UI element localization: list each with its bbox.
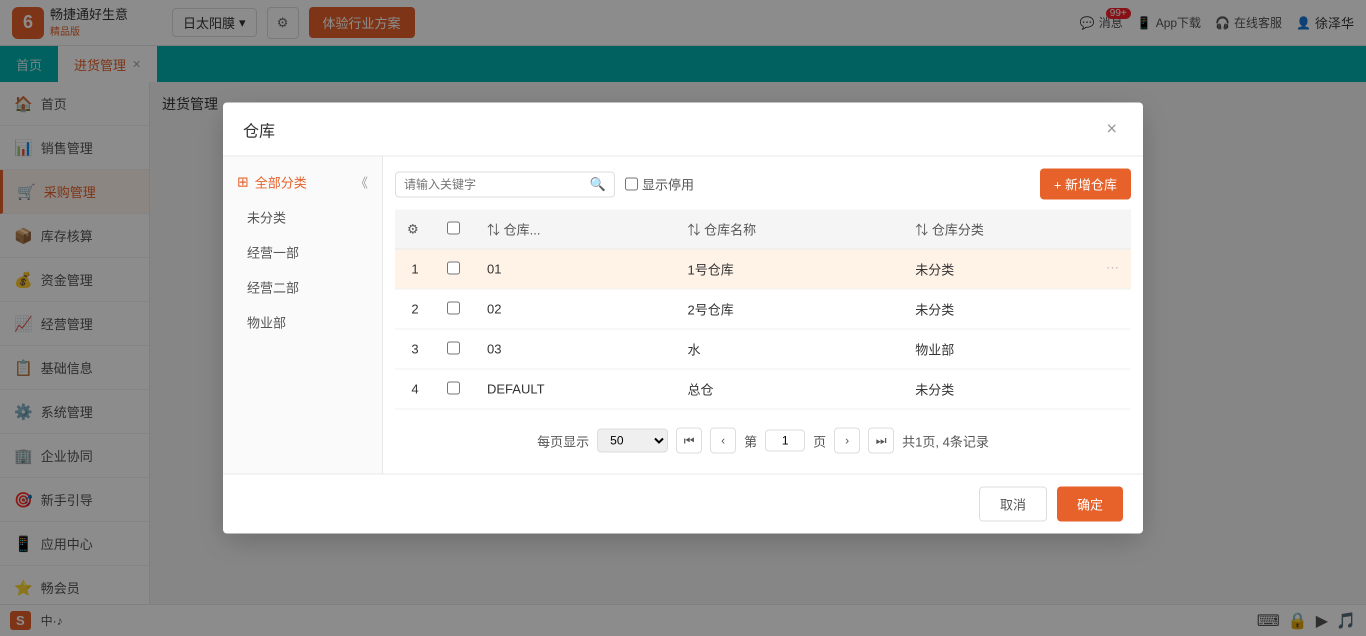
last-page-button[interactable]: ⏭ <box>868 428 894 454</box>
table-header: ⚙ ⇅ 仓库... ⇅ 仓库名称 ⇅ 仓库分类 <box>395 210 1131 250</box>
modal-title: 仓库 <box>243 117 275 141</box>
show-disabled-toggle[interactable]: 显示停用 <box>625 175 694 194</box>
page-number-input[interactable] <box>765 430 805 452</box>
collapse-icon[interactable]: 《 <box>355 173 368 192</box>
row-actions-icon[interactable]: ··· <box>1106 260 1119 275</box>
modal-footer: 取消 确定 <box>223 474 1143 534</box>
per-page-label: 每页显示 <box>537 431 589 450</box>
category-item-unclassified[interactable]: 未分类 <box>223 200 382 235</box>
first-page-button[interactable]: ⏮ <box>676 428 702 454</box>
category-item-property[interactable]: 物业部 <box>223 305 382 340</box>
table-container: ⚙ ⇅ 仓库... ⇅ 仓库名称 ⇅ 仓库分类 <box>395 210 1131 410</box>
col-header-settings: ⚙ <box>395 210 435 250</box>
modal-close-button[interactable]: × <box>1100 117 1123 142</box>
row-check-3[interactable] <box>435 329 475 369</box>
row-name-1: 1号仓库 <box>676 249 904 289</box>
modal-header: 仓库 × <box>223 103 1143 157</box>
row-code-1: 01 <box>475 249 676 289</box>
row-name-4: 总仓 <box>676 369 904 409</box>
page-label: 第 <box>744 431 757 450</box>
warehouse-modal: 仓库 × ⊞ 全部分类 《 未分类 经营一部 经营二部 物业部 🔍 <box>223 103 1143 534</box>
row-name-3: 水 <box>676 329 904 369</box>
row-code-3: 03 <box>475 329 676 369</box>
col-header-name: ⇅ 仓库名称 <box>676 210 904 250</box>
row-num-4: 4 <box>395 369 435 409</box>
pagination: 每页显示 50 100 ⏮ ‹ 第 页 › ⏭ 共1页, 4条记录 <box>395 420 1131 462</box>
search-input[interactable] <box>404 177 584 191</box>
category-all-header[interactable]: ⊞ 全部分类 《 <box>223 165 382 200</box>
table-panel: 🔍 显示停用 + 新增仓库 ⚙ <box>383 157 1143 474</box>
table-row[interactable]: 1 01 1号仓库 未分类 ··· <box>395 249 1131 289</box>
page-unit: 页 <box>813 431 826 450</box>
row-category-2: 未分类 <box>903 289 1131 329</box>
grid-icon: ⊞ <box>237 174 249 191</box>
category-item-op1[interactable]: 经营一部 <box>223 235 382 270</box>
row-name-2: 2号仓库 <box>676 289 904 329</box>
per-page-select[interactable]: 50 100 <box>597 429 668 453</box>
category-item-op2[interactable]: 经营二部 <box>223 270 382 305</box>
select-all-checkbox[interactable] <box>447 221 460 234</box>
table-row[interactable]: 3 03 水 物业部 <box>395 329 1131 369</box>
row-code-4: DEFAULT <box>475 369 676 409</box>
row-num-1: 1 <box>395 249 435 289</box>
col-header-category: ⇅ 仓库分类 <box>903 210 1131 250</box>
warehouse-table: ⚙ ⇅ 仓库... ⇅ 仓库名称 ⇅ 仓库分类 <box>395 210 1131 410</box>
add-warehouse-button[interactable]: + 新增仓库 <box>1040 169 1131 200</box>
table-row[interactable]: 2 02 2号仓库 未分类 <box>395 289 1131 329</box>
next-page-button[interactable]: › <box>834 428 860 454</box>
table-row[interactable]: 4 DEFAULT 总仓 未分类 <box>395 369 1131 409</box>
category-panel: ⊞ 全部分类 《 未分类 经营一部 经营二部 物业部 <box>223 157 383 474</box>
row-num-3: 3 <box>395 329 435 369</box>
table-toolbar: 🔍 显示停用 + 新增仓库 <box>395 169 1131 200</box>
show-disabled-label: 显示停用 <box>642 175 694 194</box>
category-all-label: 全部分类 <box>255 173 307 192</box>
row-code-2: 02 <box>475 289 676 329</box>
modal-body: ⊞ 全部分类 《 未分类 经营一部 经营二部 物业部 🔍 显示停用 + <box>223 157 1143 474</box>
search-icon[interactable]: 🔍 <box>590 176 606 192</box>
search-box: 🔍 <box>395 171 615 197</box>
confirm-button[interactable]: 确定 <box>1057 487 1123 522</box>
row-check-4[interactable] <box>435 369 475 409</box>
total-info: 共1页, 4条记录 <box>902 431 989 450</box>
row-check-2[interactable] <box>435 289 475 329</box>
row-check-1[interactable] <box>435 249 475 289</box>
row-num-2: 2 <box>395 289 435 329</box>
col-header-check <box>435 210 475 250</box>
table-body: 1 01 1号仓库 未分类 ··· 2 02 2号仓库 <box>395 249 1131 409</box>
row-category-4: 未分类 <box>903 369 1131 409</box>
cancel-button[interactable]: 取消 <box>979 487 1047 522</box>
col-header-code: ⇅ 仓库... <box>475 210 676 250</box>
row-category-3: 物业部 <box>903 329 1131 369</box>
row-category-1: 未分类 ··· <box>903 249 1131 289</box>
show-disabled-checkbox[interactable] <box>625 178 638 191</box>
prev-page-button[interactable]: ‹ <box>710 428 736 454</box>
